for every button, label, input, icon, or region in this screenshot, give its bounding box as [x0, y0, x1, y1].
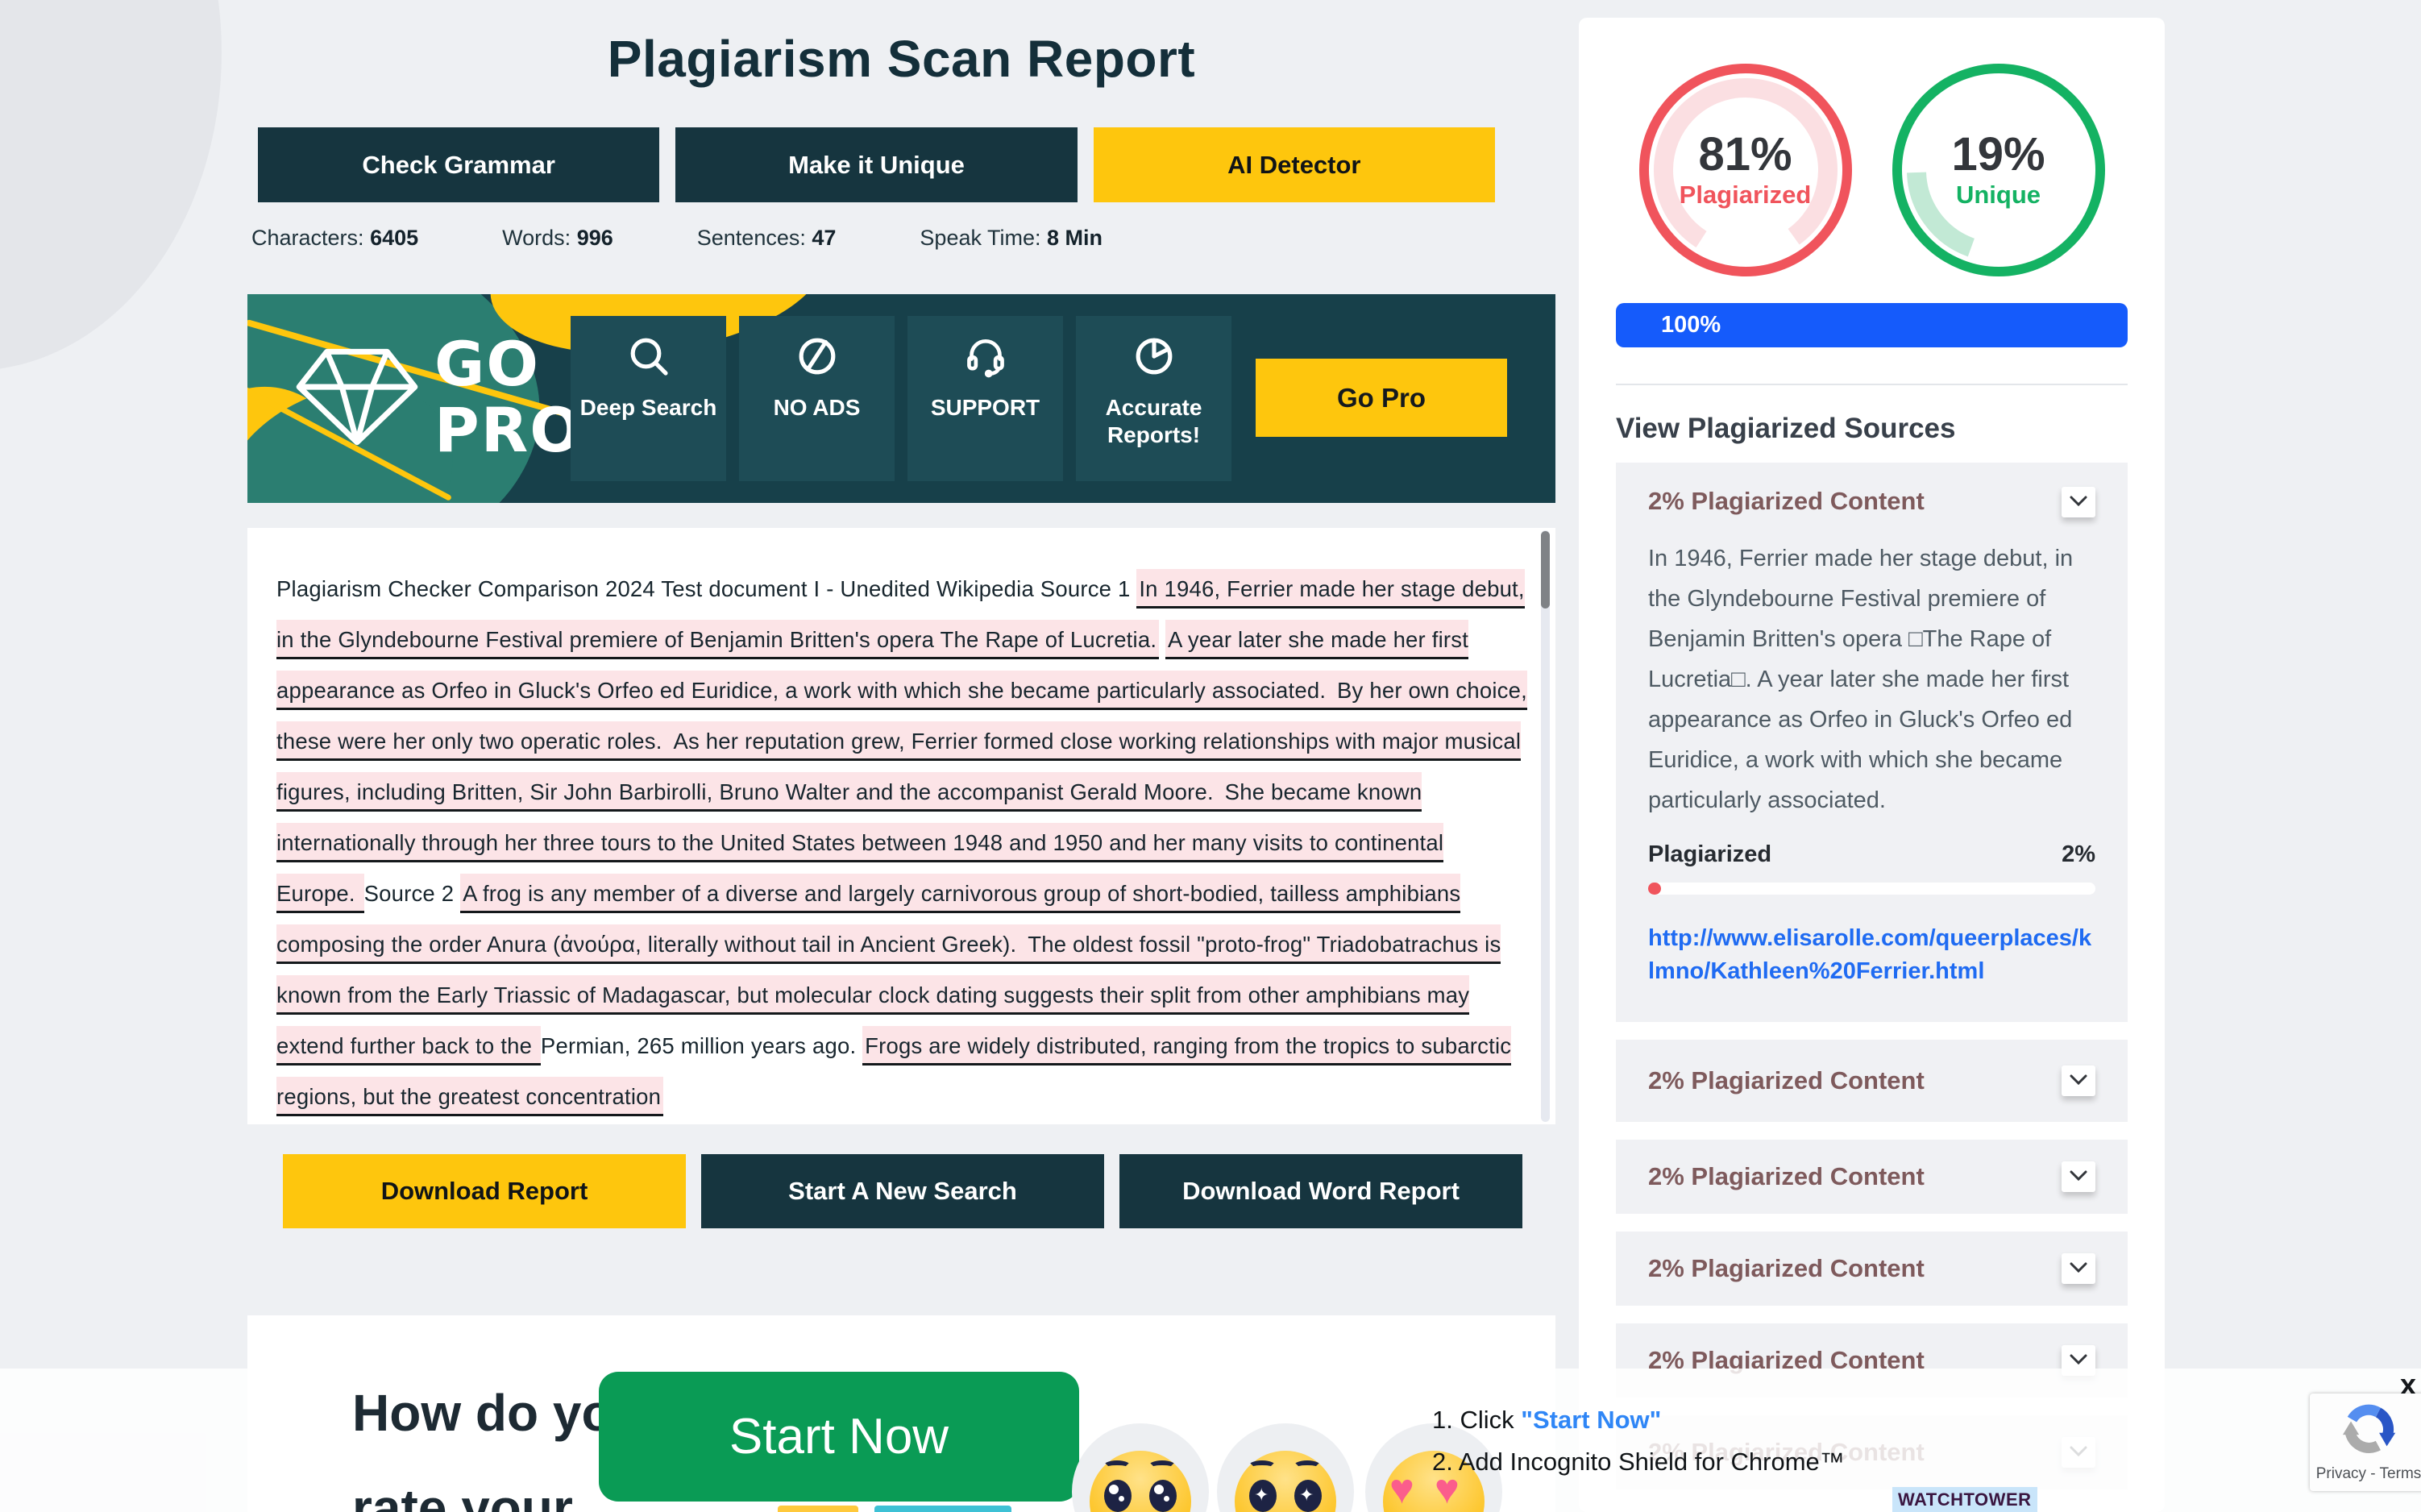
pro-feature-accurate-reports-: Accurate Reports!	[1076, 316, 1231, 481]
make-it-unique-button[interactable]: Make it Unique	[675, 127, 1077, 202]
headset-icon	[963, 334, 1008, 383]
pro-feature-label: Deep Search	[580, 394, 717, 422]
pro-feature-deep-search: Deep Search	[571, 316, 726, 481]
score-gauges: 81% Plagiarized 19% Unique	[1616, 63, 2128, 277]
recaptcha-icon	[2338, 1398, 2399, 1464]
source-link[interactable]: http://www.elisarolle.com/queerplaces/kl…	[1648, 922, 2095, 988]
start-a-new-search-button[interactable]: Start A New Search	[701, 1154, 1104, 1228]
promo-step-1: 1. Click "Start Now"	[1432, 1399, 1845, 1441]
source-title: 2% Plagiarized Content	[1648, 487, 1925, 516]
expand-source-button[interactable]	[2062, 1253, 2095, 1284]
results-sidebar: 81% Plagiarized 19% Unique 100% View Pla…	[1579, 18, 2165, 1512]
download-word-report-button[interactable]: Download Word Report	[1119, 1154, 1522, 1228]
unique-label: Unique	[1956, 181, 2041, 210]
chevron-down-icon	[2070, 1354, 2087, 1368]
unique-text-run: Permian, 265 million years ago.	[541, 1033, 862, 1058]
source-card-collapsed: 2% Plagiarized Content	[1616, 1140, 2128, 1214]
star-eyes-emoji[interactable]: ✦✦	[1235, 1451, 1336, 1512]
stat-characters: Characters: 6405	[251, 226, 418, 251]
no-ads-icon	[795, 334, 840, 383]
recaptcha-badge[interactable]: Privacy - Terms	[2310, 1394, 2421, 1491]
page-title: Plagiarism Scan Report	[247, 29, 1555, 89]
report-action-row: Download ReportStart A New SearchDownloa…	[283, 1154, 1522, 1228]
pro-feature-label: Accurate Reports!	[1076, 394, 1231, 449]
stat-speaktime: Speak Time: 8 Min	[920, 226, 1103, 251]
source-title: 2% Plagiarized Content	[1648, 1254, 1925, 1283]
pie-chart-icon	[1132, 334, 1177, 383]
pro-feature-no-ads: NO ADS	[739, 316, 895, 481]
hidden-emoji-peek	[874, 1506, 1011, 1512]
source-excerpt: In 1946, Ferrier made her stage debut, i…	[1648, 538, 2095, 820]
document-scrollbar-track[interactable]	[1541, 530, 1550, 1122]
unique-text-run: Plagiarism Checker Comparison 2024 Test …	[276, 576, 1136, 601]
divider	[1616, 384, 2128, 385]
pro-feature-label: NO ADS	[774, 394, 861, 422]
unique-text-run: Source 2	[364, 881, 461, 906]
go-pro-banner: GO PRO Deep Search NO ADS SUPPORT Accurate …	[247, 294, 1555, 503]
go-pro-button[interactable]: Go Pro	[1256, 359, 1507, 437]
stat-words: Words: 996	[502, 226, 613, 251]
expand-source-button[interactable]	[2062, 1065, 2095, 1096]
ai-detector-button[interactable]: AI Detector	[1094, 127, 1495, 202]
source-title: 2% Plagiarized Content	[1648, 1066, 1925, 1095]
go-pro-logo-text: GO PRO	[434, 331, 583, 463]
document-scrollbar-thumb[interactable]	[1541, 531, 1550, 609]
source-card-collapsed: 2% Plagiarized Content	[1616, 1232, 2128, 1306]
diamond-icon	[293, 344, 421, 451]
grin-big-eyes-emoji[interactable]	[1090, 1451, 1191, 1512]
unique-text-run	[1159, 627, 1165, 652]
source-meter-label: Plagiarized	[1648, 841, 1771, 868]
expand-source-button[interactable]	[2062, 1161, 2095, 1192]
recaptcha-privacy-terms[interactable]: Privacy - Terms	[2316, 1465, 2421, 1483]
download-report-button[interactable]: Download Report	[283, 1154, 686, 1228]
collapse-source-button[interactable]	[2062, 487, 2095, 517]
promo-step-2: 2. Add Incognito Shield for Chrome™	[1432, 1441, 1845, 1483]
source-meter-track	[1648, 883, 2095, 895]
sources-heading: View Plagiarized Sources	[1616, 413, 2128, 445]
source-meter-fill	[1648, 883, 1661, 895]
pro-features: Deep Search NO ADS SUPPORT Accurate Reports…	[571, 316, 1231, 481]
scanned-document-text: Plagiarism Checker Comparison 2024 Test …	[276, 563, 1527, 1122]
start-now-button[interactable]: Start Now	[599, 1372, 1079, 1502]
chevron-down-icon	[2070, 1170, 2087, 1184]
search-icon	[626, 334, 671, 383]
rating-heading-line2: rate your	[352, 1478, 573, 1512]
plagiarized-percentage: 81%	[1698, 131, 1792, 179]
source-card-collapsed: 2% Plagiarized Content	[1616, 1040, 2128, 1122]
scanned-document-panel: Plagiarism Checker Comparison 2024 Test …	[247, 528, 1555, 1124]
source-card-expanded: 2% Plagiarized Content In 1946, Ferrier …	[1616, 463, 2128, 1022]
scan-progress-bar: 100%	[1616, 303, 2128, 347]
pro-feature-support: SUPPORT	[907, 316, 1063, 481]
source-title: 2% Plagiarized Content	[1648, 1162, 1925, 1191]
plagiarized-label: Plagiarized	[1680, 181, 1812, 210]
hidden-emoji-peek	[778, 1506, 858, 1512]
plagiarized-gauge: 81% Plagiarized	[1638, 63, 1853, 277]
stat-sentences: Sentences: 47	[697, 226, 837, 251]
corner-decoration	[0, 0, 222, 371]
plagiarism-report-page: Plagiarism Scan Report Check GrammarMake…	[0, 0, 2421, 1512]
chevron-down-icon	[2070, 1262, 2087, 1276]
chevron-down-icon	[2070, 1074, 2087, 1088]
unique-percentage: 19%	[1951, 131, 2045, 179]
check-grammar-button[interactable]: Check Grammar	[258, 127, 659, 202]
promo-instructions: 1. Click "Start Now" 2. Add Incognito Sh…	[1432, 1399, 1845, 1483]
unique-gauge: 19% Unique	[1892, 63, 2106, 277]
start-now-link-text[interactable]: "Start Now"	[1521, 1406, 1661, 1434]
pro-feature-label: SUPPORT	[931, 394, 1040, 422]
chevron-down-icon	[2070, 496, 2087, 509]
scan-progress-value: 100%	[1616, 312, 1721, 339]
source-meter-value: 2%	[2062, 841, 2095, 868]
top-button-row: Check GrammarMake it UniqueAI Detector	[258, 127, 1495, 202]
watchtower-logo: WATCHTOWER	[1892, 1487, 2037, 1512]
document-stats: Characters: 6405 Words: 996 Sentences: 47 S…	[251, 226, 1103, 251]
